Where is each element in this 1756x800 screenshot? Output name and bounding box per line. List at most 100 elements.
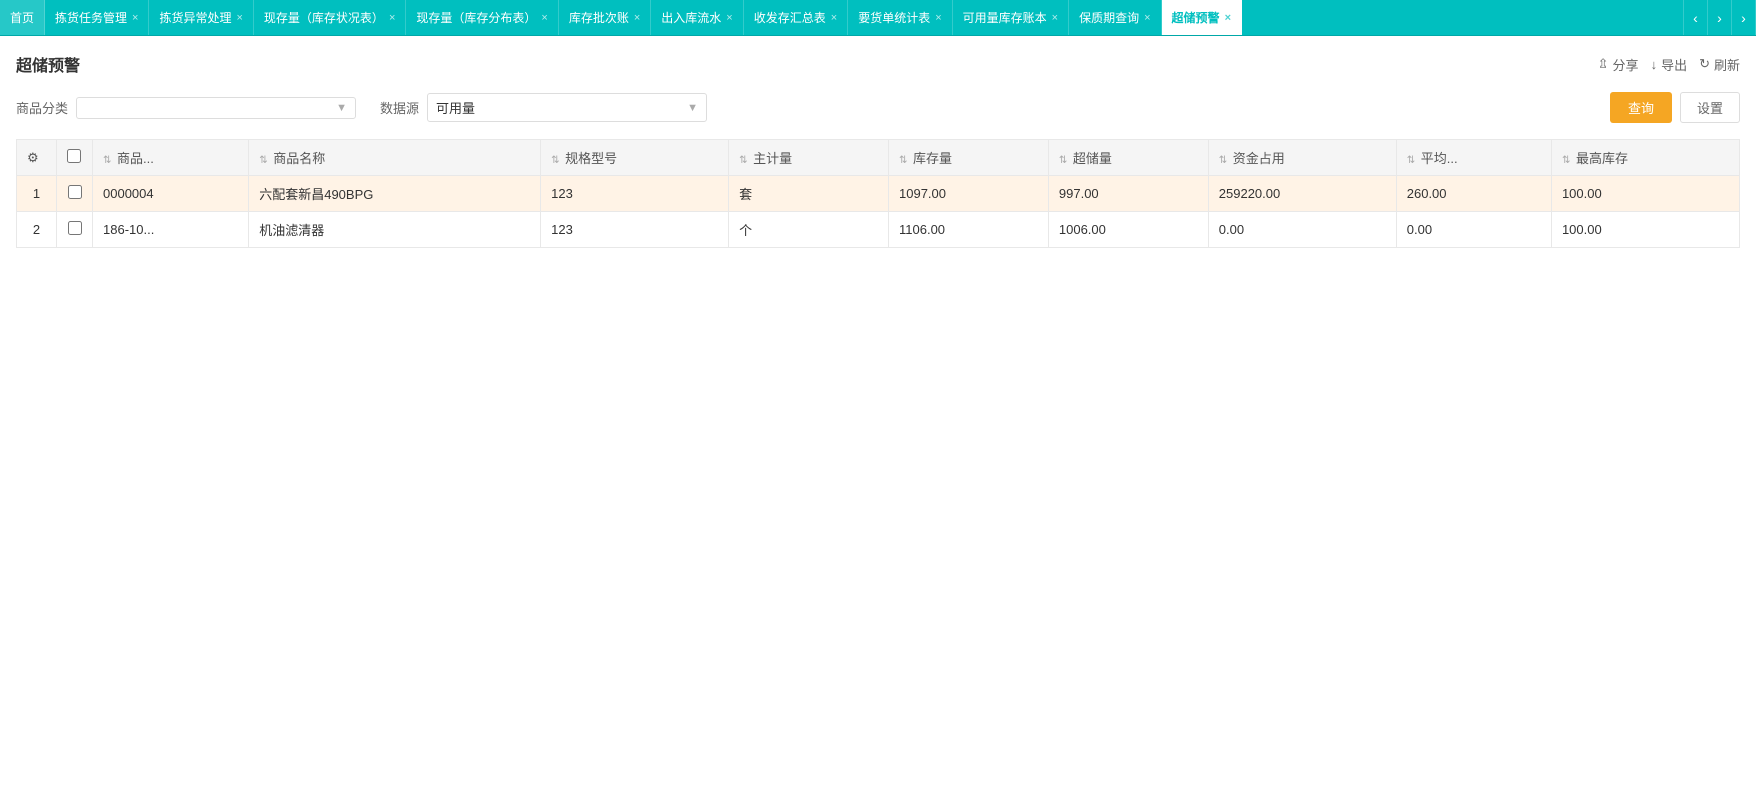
sort-icon: ⇅ xyxy=(739,155,747,166)
sort-icon: ⇅ xyxy=(1562,155,1570,166)
row-spec: 123 xyxy=(541,176,729,212)
nav-next-button[interactable]: › xyxy=(1708,0,1732,36)
close-tab-inout[interactable]: × xyxy=(726,12,732,24)
export-button[interactable]: ↓ 导出 xyxy=(1651,55,1688,74)
nav-tab-order-stat[interactable]: 要货单统计表 × xyxy=(848,0,952,36)
row-checkbox[interactable] xyxy=(68,221,82,235)
category-filter: 商品分类 ▼ xyxy=(16,97,356,119)
filter-row: 商品分类 ▼ 数据源 可用量 ▼ 查询 设置 xyxy=(16,92,1740,123)
row-unit: 个 xyxy=(729,212,889,248)
refresh-button[interactable]: ↻ 刷新 xyxy=(1699,55,1740,74)
page-header: 超储预警 ⇫ 分享 ↓ 导出 ↻ 刷新 xyxy=(16,52,1740,76)
row-max-stock: 100.00 xyxy=(1551,176,1739,212)
row-overstock: 1006.00 xyxy=(1048,212,1208,248)
nav-more-button[interactable]: › xyxy=(1732,0,1756,36)
row-capital: 0.00 xyxy=(1208,212,1396,248)
page-title: 超储预警 xyxy=(16,52,80,76)
row-num: 2 xyxy=(17,212,57,248)
col-spec-header[interactable]: ⇅ 规格型号 xyxy=(541,140,729,176)
col-code-header[interactable]: ⇅ 商品... xyxy=(93,140,249,176)
close-tab-task[interactable]: × xyxy=(132,12,138,24)
row-code: 0000004 xyxy=(93,176,249,212)
row-stock: 1106.00 xyxy=(889,212,1049,248)
nav-tab-available[interactable]: 可用量库存账本 × xyxy=(953,0,1069,36)
col-settings[interactable]: ⚙ xyxy=(17,140,57,176)
table-row: 2 186-10... 机油滤清器 123 个 1106.00 1006.00 … xyxy=(17,212,1740,248)
sort-icon: ⇅ xyxy=(899,155,907,166)
table-row: 1 0000004 六配套新昌490BPG 123 套 1097.00 997.… xyxy=(17,176,1740,212)
sort-icon: ⇅ xyxy=(1059,155,1067,166)
row-capital: 259220.00 xyxy=(1208,176,1396,212)
sort-icon: ⇅ xyxy=(103,155,111,166)
data-table: ⚙ ⇅ 商品... ⇅ 商品名称 ⇅ 规格型号 ⇅ xyxy=(16,139,1740,248)
sort-icon: ⇅ xyxy=(1407,155,1415,166)
nav-tab-task[interactable]: 拣货任务管理 × xyxy=(45,0,149,36)
nav-tab-quality[interactable]: 保质期查询 × xyxy=(1069,0,1161,36)
close-tab-inventory-dist[interactable]: × xyxy=(541,12,547,24)
datasource-label: 数据源 xyxy=(380,98,419,117)
table-header-row: ⚙ ⇅ 商品... ⇅ 商品名称 ⇅ 规格型号 ⇅ xyxy=(17,140,1740,176)
page-content: 超储预警 ⇫ 分享 ↓ 导出 ↻ 刷新 商品分类 ▼ 数据源 xyxy=(0,36,1756,800)
col-name-header[interactable]: ⇅ 商品名称 xyxy=(249,140,541,176)
row-name: 机油滤清器 xyxy=(249,212,541,248)
row-code: 186-10... xyxy=(93,212,249,248)
nav-tab-collect[interactable]: 收发存汇总表 × xyxy=(744,0,848,36)
settings-button[interactable]: 设置 xyxy=(1680,92,1740,123)
col-checkbox[interactable] xyxy=(57,140,93,176)
sort-icon: ⇅ xyxy=(551,155,559,166)
settings-icon: ⚙ xyxy=(27,150,39,165)
col-capital-header[interactable]: ⇅ 资金占用 xyxy=(1208,140,1396,176)
sort-icon: ⇅ xyxy=(1219,155,1227,166)
col-stock-header[interactable]: ⇅ 库存量 xyxy=(889,140,1049,176)
close-tab-inventory-status[interactable]: × xyxy=(389,12,395,24)
datasource-chevron-icon: ▼ xyxy=(687,102,698,114)
col-overstock-header[interactable]: ⇅ 超储量 xyxy=(1048,140,1208,176)
close-tab-order-stat[interactable]: × xyxy=(935,12,941,24)
row-name: 六配套新昌490BPG xyxy=(249,176,541,212)
row-unit: 套 xyxy=(729,176,889,212)
datasource-filter: 数据源 可用量 ▼ xyxy=(380,93,707,122)
nav-tab-home[interactable]: 首页 xyxy=(0,0,45,36)
row-checkbox[interactable] xyxy=(68,185,82,199)
row-avg: 0.00 xyxy=(1396,212,1551,248)
share-button[interactable]: ⇫ 分享 xyxy=(1598,55,1639,74)
nav-tab-inout[interactable]: 出入库流水 × xyxy=(651,0,743,36)
col-unit-header[interactable]: ⇅ 主计量 xyxy=(729,140,889,176)
category-select[interactable]: ▼ xyxy=(76,97,356,119)
close-tab-overstock[interactable]: × xyxy=(1225,12,1231,24)
close-tab-quality[interactable]: × xyxy=(1144,12,1150,24)
close-tab-batch[interactable]: × xyxy=(634,12,640,24)
nav-tab-batch[interactable]: 库存批次账 × xyxy=(559,0,651,36)
nav-tab-inventory-status[interactable]: 现存量（库存状况表） × xyxy=(254,0,406,36)
col-avg-header[interactable]: ⇅ 平均... xyxy=(1396,140,1551,176)
share-icon: ⇫ xyxy=(1598,56,1609,72)
nav-tab-abnormal[interactable]: 拣货异常处理 × xyxy=(149,0,253,36)
refresh-icon: ↻ xyxy=(1699,56,1710,72)
col-max-stock-header[interactable]: ⇅ 最高库存 xyxy=(1551,140,1739,176)
top-nav: 首页 拣货任务管理 × 拣货异常处理 × 现存量（库存状况表） × 现存量（库存… xyxy=(0,0,1756,36)
nav-tab-overstock[interactable]: 超储预警 × xyxy=(1162,0,1242,36)
row-checkbox-cell[interactable] xyxy=(57,176,93,212)
nav-arrows: ‹ › › xyxy=(1683,0,1756,36)
query-button[interactable]: 查询 xyxy=(1610,92,1672,123)
row-overstock: 997.00 xyxy=(1048,176,1208,212)
row-spec: 123 xyxy=(541,212,729,248)
sort-icon: ⇅ xyxy=(259,155,267,166)
nav-prev-button[interactable]: ‹ xyxy=(1684,0,1708,36)
row-checkbox-cell[interactable] xyxy=(57,212,93,248)
row-max-stock: 100.00 xyxy=(1551,212,1739,248)
nav-tab-inventory-dist[interactable]: 现存量（库存分布表） × xyxy=(406,0,558,36)
header-actions: ⇫ 分享 ↓ 导出 ↻ 刷新 xyxy=(1598,55,1740,74)
export-icon: ↓ xyxy=(1651,57,1658,72)
row-stock: 1097.00 xyxy=(889,176,1049,212)
close-tab-available[interactable]: × xyxy=(1052,12,1058,24)
row-avg: 260.00 xyxy=(1396,176,1551,212)
category-chevron-icon: ▼ xyxy=(336,102,347,114)
select-all-checkbox[interactable] xyxy=(67,149,81,163)
close-tab-abnormal[interactable]: × xyxy=(236,12,242,24)
datasource-select[interactable]: 可用量 ▼ xyxy=(427,93,707,122)
filter-actions: 查询 设置 xyxy=(1610,92,1740,123)
category-label: 商品分类 xyxy=(16,98,68,117)
row-num: 1 xyxy=(17,176,57,212)
close-tab-collect[interactable]: × xyxy=(831,12,837,24)
